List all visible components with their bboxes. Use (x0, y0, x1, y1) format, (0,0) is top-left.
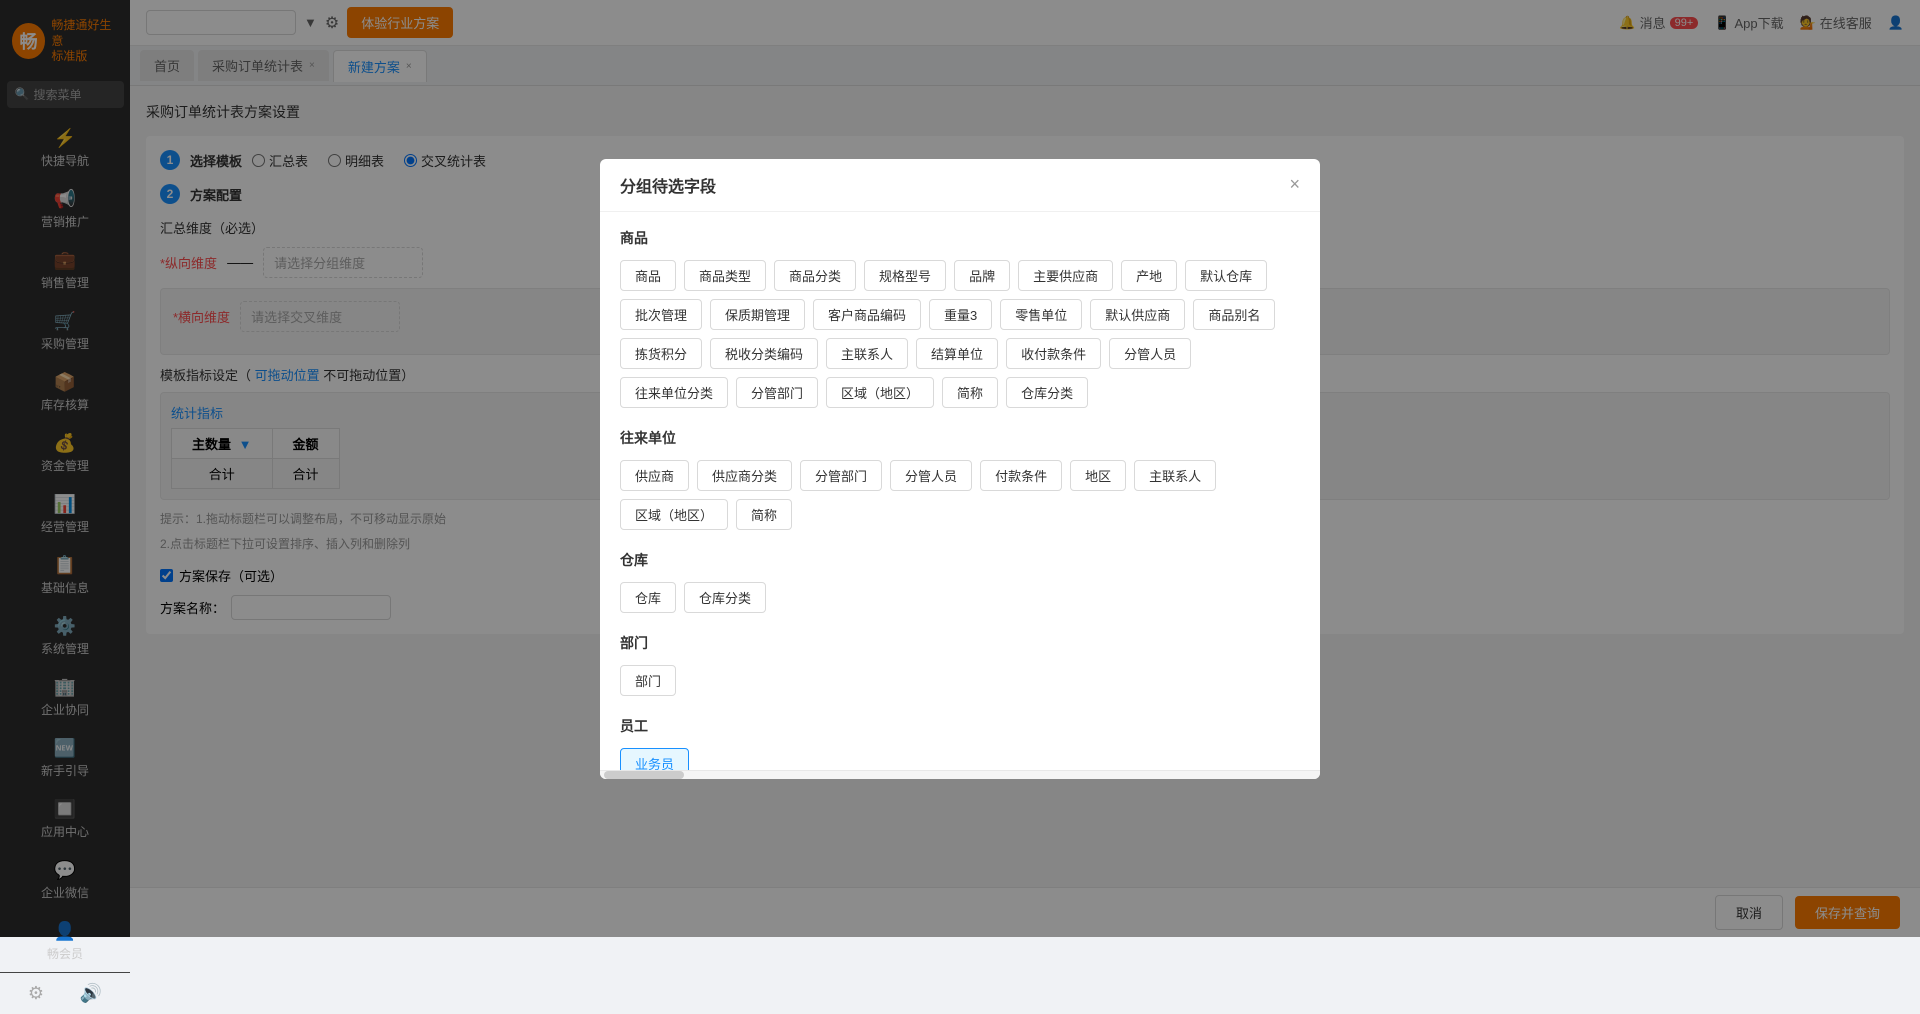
field-tag[interactable]: 默认供应商 (1090, 299, 1185, 330)
field-tag[interactable]: 分管人员 (1109, 338, 1191, 369)
sidebar-footer: ⚙ 🔊 (0, 972, 130, 1014)
modal-title: 分组待选字段 (620, 173, 716, 197)
field-grid-department: 部门 (620, 665, 1300, 696)
modal-close-button[interactable]: × (1289, 174, 1300, 195)
modal-hscroll[interactable] (600, 770, 1320, 779)
field-section-department: 部门部门 (620, 633, 1300, 696)
volume-footer-icon[interactable]: 🔊 (80, 983, 102, 1004)
field-tag[interactable]: 商品别名 (1193, 299, 1275, 330)
field-section-title-partner: 往来单位 (620, 428, 1300, 448)
settings-footer-icon[interactable]: ⚙ (28, 983, 44, 1004)
field-tag[interactable]: 税收分类编码 (710, 338, 818, 369)
modal-header: 分组待选字段 × (600, 159, 1320, 212)
field-tag[interactable]: 重量3 (929, 299, 992, 330)
field-tag[interactable]: 付款条件 (980, 460, 1062, 491)
field-tag[interactable]: 仓库 (620, 582, 676, 613)
field-tag[interactable]: 主联系人 (1134, 460, 1216, 491)
field-tag[interactable]: 默认仓库 (1185, 260, 1267, 291)
field-tag[interactable]: 简称 (736, 499, 792, 530)
field-tag[interactable]: 供应商 (620, 460, 689, 491)
field-grid-staff: 业务员 (620, 748, 1300, 770)
field-section-title-staff: 员工 (620, 716, 1300, 736)
field-grid-warehouse: 仓库仓库分类 (620, 582, 1300, 613)
field-section-goods: 商品商品商品类型商品分类规格型号品牌主要供应商产地默认仓库批次管理保质期管理客户… (620, 228, 1300, 408)
field-tag[interactable]: 结算单位 (916, 338, 998, 369)
field-section-warehouse: 仓库仓库仓库分类 (620, 550, 1300, 613)
modal-overlay: 分组待选字段 × 商品商品商品类型商品分类规格型号品牌主要供应商产地默认仓库批次… (0, 0, 1920, 937)
field-tag[interactable]: 区域（地区） (620, 499, 728, 530)
field-tag[interactable]: 规格型号 (864, 260, 946, 291)
field-section-title-department: 部门 (620, 633, 1300, 653)
field-tag[interactable]: 分管部门 (736, 377, 818, 408)
field-section-title-goods: 商品 (620, 228, 1300, 248)
field-tag[interactable]: 产地 (1121, 260, 1177, 291)
field-tag[interactable]: 部门 (620, 665, 676, 696)
field-tag[interactable]: 简称 (942, 377, 998, 408)
field-tag[interactable]: 往来单位分类 (620, 377, 728, 408)
field-grid-partner: 供应商供应商分类分管部门分管人员付款条件地区主联系人区域（地区） 简称 (620, 460, 1300, 530)
field-tag[interactable]: 业务员 (620, 748, 689, 770)
field-tag[interactable]: 商品分类 (774, 260, 856, 291)
field-tag[interactable]: 区域（地区） (826, 377, 934, 408)
field-tag[interactable]: 主联系人 (826, 338, 908, 369)
field-section-partner: 往来单位供应商供应商分类分管部门分管人员付款条件地区主联系人区域（地区） 简称 (620, 428, 1300, 530)
field-tag[interactable]: 批次管理 (620, 299, 702, 330)
field-tag[interactable]: 仓库分类 (684, 582, 766, 613)
field-tag[interactable]: 分管部门 (800, 460, 882, 491)
field-tag[interactable]: 商品类型 (684, 260, 766, 291)
field-select-modal: 分组待选字段 × 商品商品商品类型商品分类规格型号品牌主要供应商产地默认仓库批次… (600, 159, 1320, 779)
field-tag[interactable]: 供应商分类 (697, 460, 792, 491)
field-tag[interactable]: 分管人员 (890, 460, 972, 491)
field-tag[interactable]: 保质期管理 (710, 299, 805, 330)
field-tag[interactable]: 收付款条件 (1006, 338, 1101, 369)
modal-body: 商品商品商品类型商品分类规格型号品牌主要供应商产地默认仓库批次管理保质期管理客户… (600, 212, 1320, 770)
field-tag[interactable]: 地区 (1070, 460, 1126, 491)
hscroll-thumb[interactable] (604, 771, 684, 779)
field-grid-goods: 商品商品类型商品分类规格型号品牌主要供应商产地默认仓库批次管理保质期管理客户商品… (620, 260, 1300, 408)
field-tag[interactable]: 拣货积分 (620, 338, 702, 369)
field-tag[interactable]: 仓库分类 (1006, 377, 1088, 408)
field-section-staff: 员工业务员 (620, 716, 1300, 770)
field-tag[interactable]: 零售单位 (1000, 299, 1082, 330)
field-tag[interactable]: 客户商品编码 (813, 299, 921, 330)
field-tag[interactable]: 商品 (620, 260, 676, 291)
field-section-title-warehouse: 仓库 (620, 550, 1300, 570)
field-tag[interactable]: 品牌 (954, 260, 1010, 291)
field-tag[interactable]: 主要供应商 (1018, 260, 1113, 291)
